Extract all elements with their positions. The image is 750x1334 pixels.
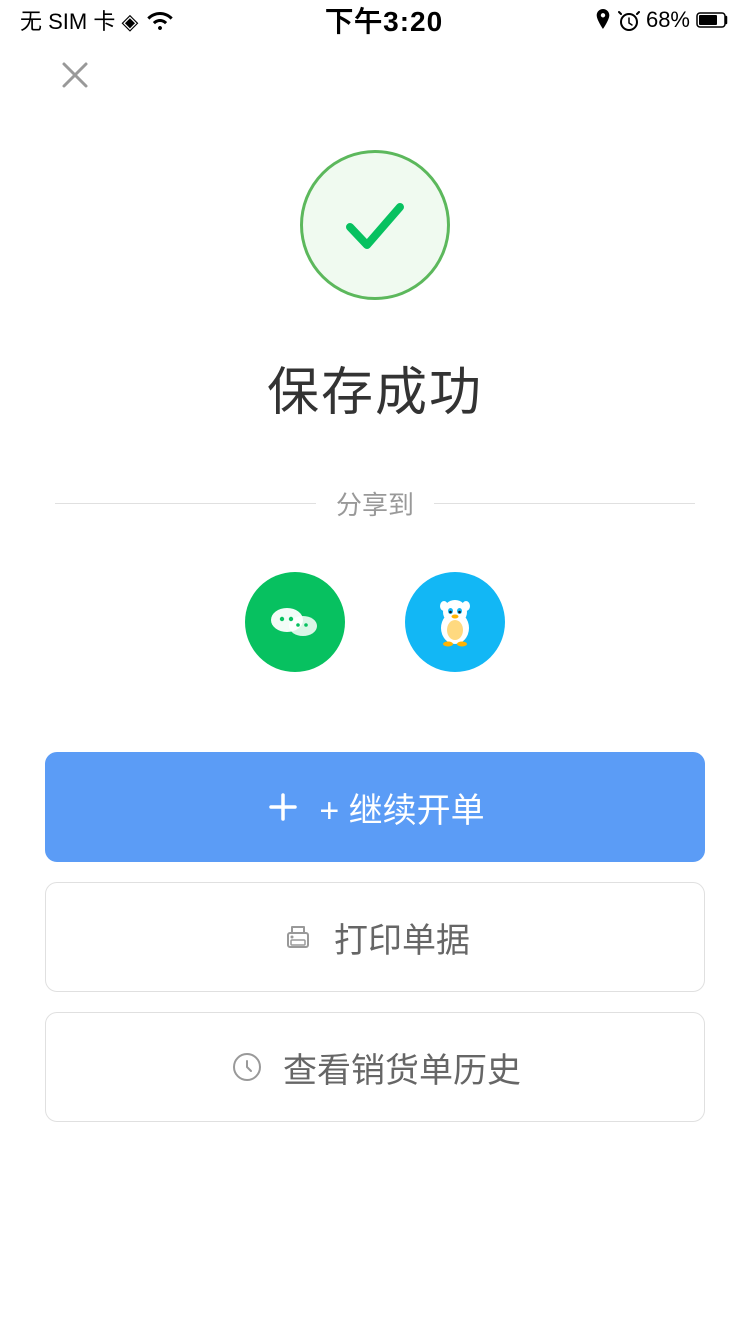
qq-icon <box>425 592 485 652</box>
history-button[interactable]: 查看销货单历史 <box>45 1012 705 1122</box>
continue-order-button[interactable]: + 继续开单 <box>45 752 705 862</box>
share-label: 分享到 <box>336 485 414 522</box>
share-divider: 分享到 <box>55 485 695 522</box>
wechat-share-button[interactable] <box>245 572 345 672</box>
status-left: 无 SIM 卡 ◈ <box>20 4 174 36</box>
print-icon <box>280 919 316 955</box>
battery-percent: 68% <box>646 7 690 33</box>
status-right: 68% <box>594 7 730 33</box>
location-icon <box>594 9 612 31</box>
checkmark-icon <box>335 185 415 265</box>
action-buttons: + 继续开单 打印单据 查看销货单历史 <box>45 752 705 1122</box>
wechat-icon <box>265 592 325 652</box>
wifi-icon <box>146 9 174 31</box>
divider-line-left <box>55 503 316 504</box>
battery-icon <box>696 11 730 29</box>
history-label: 查看销货单历史 <box>283 1043 521 1092</box>
print-button[interactable]: 打印单据 <box>45 882 705 992</box>
main-content: 保存成功 分享到 <box>0 40 750 1122</box>
success-title: 保存成功 <box>267 350 483 425</box>
print-label: 打印单据 <box>334 913 470 962</box>
close-button[interactable] <box>50 50 100 100</box>
continue-order-label: + 继续开单 <box>319 783 484 832</box>
status-time: 下午3:20 <box>325 0 443 40</box>
history-icon <box>229 1049 265 1085</box>
no-sim-label: 无 SIM 卡 ◈ <box>20 4 138 36</box>
share-icons-row <box>245 572 505 672</box>
alarm-icon <box>618 9 640 31</box>
status-bar: 无 SIM 卡 ◈ 下午3:20 68% <box>0 0 750 40</box>
divider-line-right <box>434 503 695 504</box>
plus-icon <box>265 789 301 825</box>
success-circle <box>300 150 450 300</box>
qq-share-button[interactable] <box>405 572 505 672</box>
